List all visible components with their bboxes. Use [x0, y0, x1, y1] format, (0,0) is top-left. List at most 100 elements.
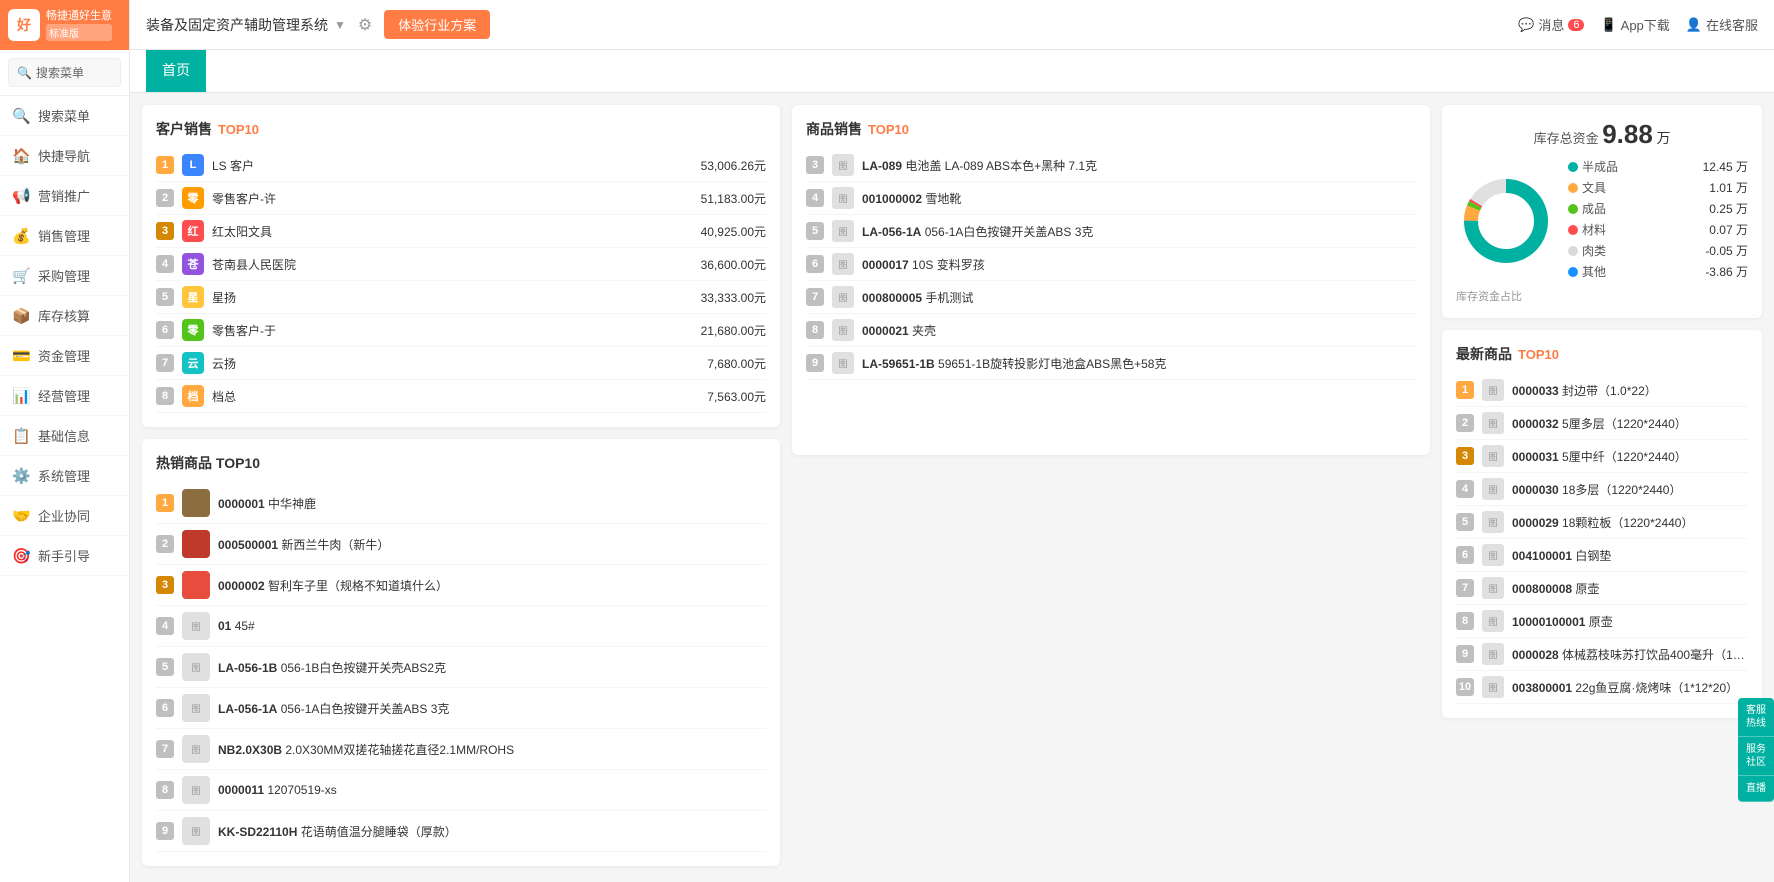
legend-item: 半成品 12.45 万: [1568, 158, 1748, 175]
trial-button[interactable]: 体验行业方案: [384, 10, 490, 39]
legend-value: 0.07 万: [1709, 221, 1748, 238]
message-button[interactable]: 💬 消息 6: [1518, 15, 1584, 34]
app-download-button[interactable]: 📱 App下载: [1600, 15, 1669, 34]
hot-product-info: KK-SD22110H 花语萌值温分腿睡袋（厚款）: [218, 823, 766, 840]
float-button[interactable]: 客服 热线: [1738, 698, 1774, 737]
customer-amount: 40,925.00元: [701, 223, 766, 240]
rank-number: 9: [1456, 645, 1474, 663]
customer-rank-row: 2 零 零售客户-许 51,183.00元: [156, 182, 766, 215]
sidebar-item-system[interactable]: ⚙️系统管理: [0, 456, 129, 496]
hot-product-info: LA-056-1A 056-1A白色按键开关盖ABS 3克: [218, 700, 766, 717]
legend-color: [1568, 267, 1578, 277]
hot-product-row: 9 图 KK-SD22110H 花语萌值温分腿睡袋（厚款）: [156, 811, 766, 852]
legend-value: 1.01 万: [1709, 179, 1748, 196]
settings-icon[interactable]: ⚙: [358, 15, 372, 35]
sidebar-item-basic[interactable]: 📋基础信息: [0, 416, 129, 456]
float-button[interactable]: 服务 社区: [1738, 737, 1774, 776]
legend-label: 其他: [1582, 263, 1705, 280]
float-button[interactable]: 直播: [1738, 776, 1774, 802]
quicknav-icon: 🏠: [12, 147, 30, 165]
rank-number: 4: [1456, 480, 1474, 498]
nav-label: 新手引导: [38, 546, 90, 565]
basic-icon: 📋: [12, 427, 30, 445]
logo-icon: 好: [8, 9, 40, 41]
legend-value: 12.45 万: [1703, 158, 1748, 175]
rank-number: 3: [156, 576, 174, 594]
rank-number: 1: [1456, 381, 1474, 399]
sidebar-item-inventory[interactable]: 📦库存核算: [0, 296, 129, 336]
rank-number: 3: [156, 222, 174, 240]
rank-number: 4: [156, 255, 174, 273]
legend-label: 文具: [1582, 179, 1709, 196]
sidebar-item-guide[interactable]: 🎯新手引导: [0, 536, 129, 576]
hot-product-row: 1 0000001 中华神鹿: [156, 483, 766, 524]
page-content: 客户销售 TOP10 1 L LS 客户 53,006.26元 2 零 零售客户…: [130, 93, 1774, 882]
sidebar-item-search[interactable]: 🔍搜索菜单: [0, 96, 129, 136]
customer-name: 零售客户-于: [212, 322, 693, 339]
newest-title: 最新商品 TOP10: [1456, 344, 1748, 364]
rank-number: 6: [156, 699, 174, 717]
product-thumb: 图: [1482, 676, 1504, 698]
customer-name: LS 客户: [212, 157, 693, 174]
customer-rank-title: 客户销售 TOP10: [156, 119, 766, 139]
newest-product-row: 7 图 000800008 原壶: [1456, 572, 1748, 605]
customer-amount: 51,183.00元: [701, 190, 766, 207]
marketing-icon: 📢: [12, 187, 30, 205]
sidebar-item-purchase[interactable]: 🛒采购管理: [0, 256, 129, 296]
dropdown-icon[interactable]: ▼: [334, 18, 346, 32]
product-thumb: 图: [1482, 478, 1504, 500]
sales-icon: 💰: [12, 227, 30, 245]
rank-number: 5: [1456, 513, 1474, 531]
rank-number: 7: [156, 354, 174, 372]
customer-name: 云扬: [212, 355, 699, 372]
sidebar-item-operations[interactable]: 📊经营管理: [0, 376, 129, 416]
legend-value: 0.25 万: [1709, 200, 1748, 217]
newest-product-row: 8 图 10000100001 原壶: [1456, 605, 1748, 638]
customer-rank-row: 3 红 红太阳文具 40,925.00元: [156, 215, 766, 248]
sidebar-item-collab[interactable]: 🤝企业协同: [0, 496, 129, 536]
inventory-icon: 📦: [12, 307, 30, 325]
product-image: 图: [832, 352, 854, 374]
nav-label: 企业协同: [38, 506, 90, 525]
customer-amount: 7,563.00元: [707, 388, 766, 405]
customer-avatar: 档: [182, 385, 204, 407]
product-info: LA-089 电池盖 LA-089 ABS本色+黑种 7.1克: [862, 157, 1416, 174]
newest-product-row: 10 图 003800001 22g鱼豆腐·烧烤味（1*12*20）: [1456, 671, 1748, 704]
hot-product-row: 2 000500001 新西兰牛肉（新牛）: [156, 524, 766, 565]
tab-home[interactable]: 首页: [146, 50, 206, 92]
sidebar-item-quicknav[interactable]: 🏠快捷导航: [0, 136, 129, 176]
rank-number: 7: [156, 740, 174, 758]
sidebar-search-button[interactable]: 🔍 搜索菜单: [8, 58, 121, 87]
product-rank-row: 4 图 001000002 雪地靴: [806, 182, 1416, 215]
hot-product-image: [182, 489, 210, 517]
rank-number: 8: [156, 781, 174, 799]
online-service-button[interactable]: 👤 在线客服: [1686, 15, 1758, 34]
hot-product-row: 4 图 01 45#: [156, 606, 766, 647]
sidebar-search-area: 🔍 搜索菜单: [0, 50, 129, 96]
newest-product-row: 5 图 0000029 18颗粒板（1220*2440）: [1456, 506, 1748, 539]
customer-rank-table: 1 L LS 客户 53,006.26元 2 零 零售客户-许 51,183.0…: [156, 149, 766, 413]
hot-product-info: 0000002 智利车子里（规格不知道填什么）: [218, 577, 766, 594]
rank-number: 4: [806, 189, 824, 207]
rank-number: 2: [156, 535, 174, 553]
hot-product-image: 图: [182, 776, 210, 804]
hot-products-list: 1 0000001 中华神鹿 2 000500001 新西兰牛肉（新牛） 3 0…: [156, 483, 766, 852]
hot-product-image: 图: [182, 612, 210, 640]
newest-product-info: 003800001 22g鱼豆腐·烧烤味（1*12*20）: [1512, 679, 1748, 696]
col-left: 客户销售 TOP10 1 L LS 客户 53,006.26元 2 零 零售客户…: [142, 105, 780, 870]
sidebar-item-finance[interactable]: 💳资金管理: [0, 336, 129, 376]
nav-label: 营销推广: [38, 186, 90, 205]
rank-number: 6: [1456, 546, 1474, 564]
sidebar-item-sales[interactable]: 💰销售管理: [0, 216, 129, 256]
hot-product-image: [182, 530, 210, 558]
sidebar-item-marketing[interactable]: 📢 营销推广: [0, 176, 129, 216]
legend-color: [1568, 225, 1578, 235]
customer-rank-row: 5 星 星扬 33,333.00元: [156, 281, 766, 314]
newest-product-info: 0000031 5厘中纤（1220*2440）: [1512, 448, 1748, 465]
sidebar-logo: 好 畅捷通好生意 标准版: [0, 0, 129, 50]
newest-products-card: 最新商品 TOP10 1 图 0000033 封边带（1.0*22） 2 图 0…: [1442, 330, 1762, 718]
newest-top10-badge: TOP10: [1518, 347, 1559, 362]
newest-product-info: 10000100001 原壶: [1512, 613, 1748, 630]
inventory-unit: 万: [1656, 130, 1670, 146]
rank-number: 10: [1456, 678, 1474, 696]
